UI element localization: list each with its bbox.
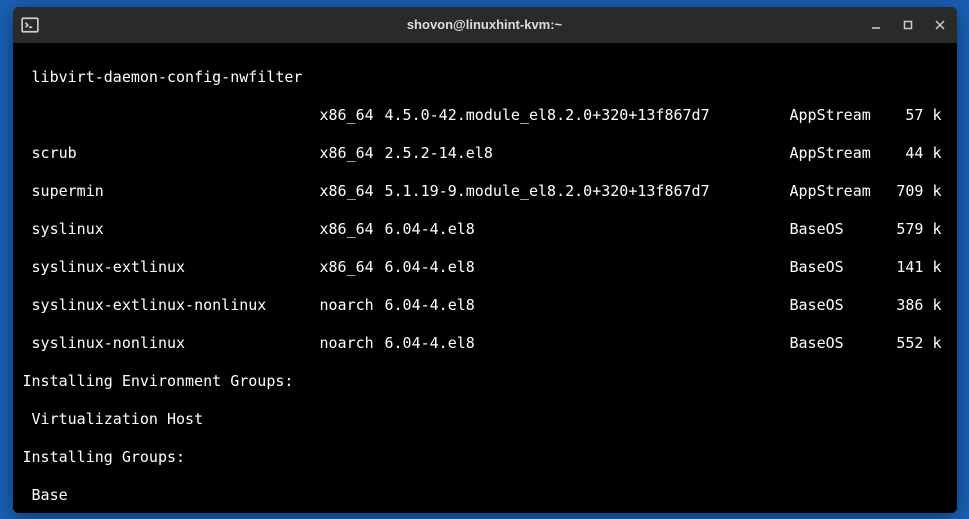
pkg-version: 6.04-4.el8 [385,296,790,315]
pkg-name: syslinux-extlinux [23,258,320,277]
terminal-line: Installing Environment Groups: [23,372,947,391]
pkg-repo: AppStream [790,182,887,201]
pkg-size: 709 k [887,182,942,201]
pkg-repo: BaseOS [790,258,887,277]
package-row: syslinuxx86_646.04-4.el8BaseOS579 k [23,220,947,239]
pkg-name: supermin [23,182,320,201]
pkg-size: 552 k [887,334,942,353]
pkg-version: 2.5.2-14.el8 [385,144,790,163]
pkg-version: 5.1.19-9.module_el8.2.0+320+13f867d7 [385,182,790,201]
terminal-line: Virtualization Host [23,410,947,429]
pkg-name: scrub [23,144,320,163]
package-row: scrubx86_642.5.2-14.el8AppStream44 k [23,144,947,163]
terminal-window: shovon@linuxhint-kvm:~ libvirt-daemon-co… [13,7,957,513]
minimize-button[interactable] [867,16,885,34]
pkg-size: 579 k [887,220,942,239]
pkg-name: syslinux-nonlinux [23,334,320,353]
pkg-repo [790,68,887,87]
terminal-icon [21,16,39,34]
pkg-repo: AppStream [790,144,887,163]
pkg-name: libvirt-daemon-config-nwfilter [23,68,320,87]
package-row: libvirt-daemon-config-nwfilter [23,68,947,87]
maximize-button[interactable] [899,16,917,34]
pkg-size: 57 k [887,106,942,125]
close-button[interactable] [931,16,949,34]
pkg-arch: x86_64 [320,220,385,239]
package-row: syslinux-extlinux-nonlinuxnoarch6.04-4.e… [23,296,947,315]
pkg-version: 6.04-4.el8 [385,334,790,353]
titlebar-left [21,16,39,34]
pkg-repo: BaseOS [790,334,887,353]
pkg-version: 6.04-4.el8 [385,258,790,277]
pkg-name: syslinux [23,220,320,239]
pkg-arch: x86_64 [320,106,385,125]
pkg-arch: noarch [320,296,385,315]
terminal-body[interactable]: libvirt-daemon-config-nwfilter x86_644.5… [13,43,957,513]
package-row: x86_644.5.0-42.module_el8.2.0+320+13f867… [23,106,947,125]
pkg-version: 4.5.0-42.module_el8.2.0+320+13f867d7 [385,106,790,125]
pkg-version: 6.04-4.el8 [385,220,790,239]
window-controls [867,16,949,34]
pkg-name: syslinux-extlinux-nonlinux [23,296,320,315]
pkg-arch: x86_64 [320,182,385,201]
pkg-version [385,68,790,87]
pkg-name [23,106,320,125]
package-row: syslinux-nonlinuxnoarch6.04-4.el8BaseOS5… [23,334,947,353]
pkg-size: 386 k [887,296,942,315]
pkg-repo: AppStream [790,106,887,125]
package-row: syslinux-extlinuxx86_646.04-4.el8BaseOS1… [23,258,947,277]
package-row: superminx86_645.1.19-9.module_el8.2.0+32… [23,182,947,201]
pkg-repo: BaseOS [790,220,887,239]
pkg-arch: x86_64 [320,258,385,277]
pkg-arch: x86_64 [320,144,385,163]
pkg-size: 141 k [887,258,942,277]
window-title: shovon@linuxhint-kvm:~ [13,17,957,32]
pkg-arch: noarch [320,334,385,353]
pkg-size: 44 k [887,144,942,163]
pkg-repo: BaseOS [790,296,887,315]
terminal-line: Base [23,486,947,505]
terminal-line: Installing Groups: [23,448,947,467]
pkg-size [887,68,942,87]
pkg-arch [320,68,385,87]
titlebar[interactable]: shovon@linuxhint-kvm:~ [13,7,957,43]
